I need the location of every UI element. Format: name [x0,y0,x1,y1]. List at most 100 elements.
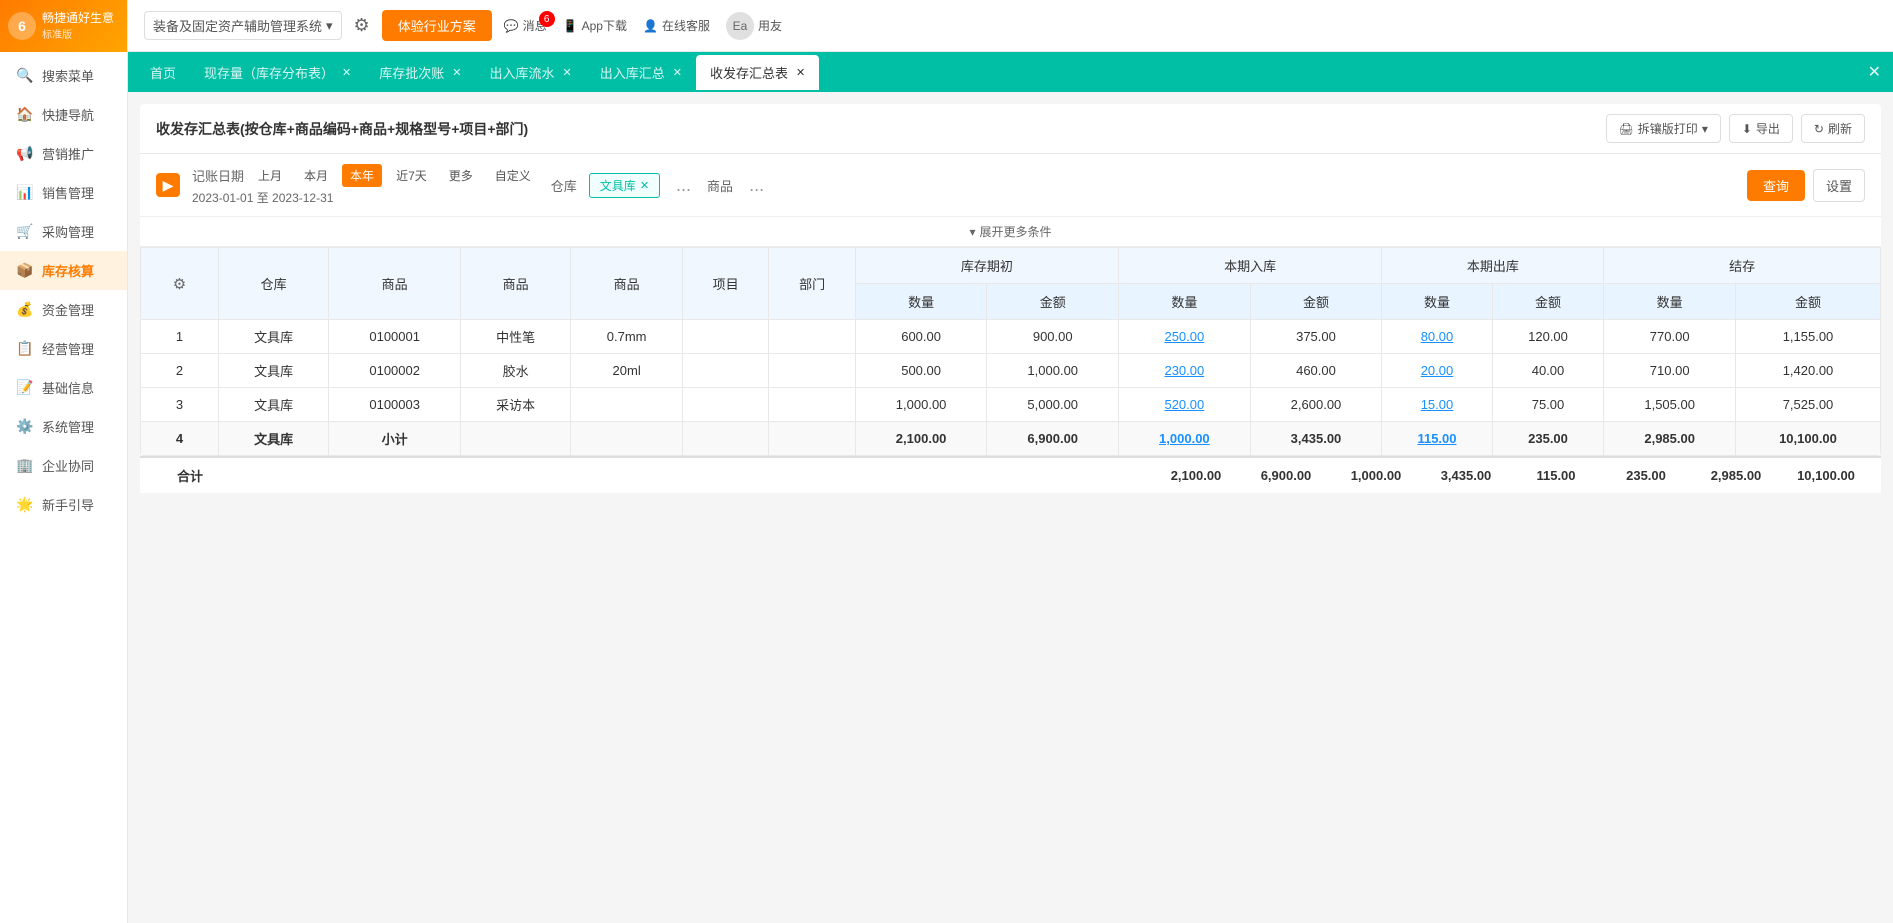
col-closing-header: 结存 [1604,248,1881,284]
sidebar-item-enterprise[interactable]: 🏢 企业协同 [0,446,127,485]
subtotal-in-qty-link[interactable]: 1,000.00 [1159,431,1210,446]
tab-home[interactable]: 首页 [136,55,190,90]
tab-label: 收发存汇总表 [710,63,788,82]
subtotal-out-qty[interactable]: 115.00 [1382,422,1492,456]
gear-icon[interactable]: ⚙ [169,272,190,297]
sidebar-item-sales[interactable]: 📊 销售管理 [0,173,127,212]
tab-summary[interactable]: 出入库汇总 ✕ [586,55,696,90]
date-this-year[interactable]: 本年 [342,164,382,187]
row-goods-name: 胶水 [461,354,571,388]
set-button[interactable]: 设置 [1813,169,1865,202]
settings-icon[interactable]: ⚙ [354,15,370,36]
tab-recv-send[interactable]: 收发存汇总表 ✕ [696,55,819,90]
sidebar-header: 6 畅捷通好生意 标准版 [0,0,127,52]
out-qty-link[interactable]: 15.00 [1421,397,1454,412]
date-7days[interactable]: 近7天 [388,164,435,187]
expand-bar: ▾ 展开更多条件 [140,217,1881,247]
row-out-qty[interactable]: 15.00 [1382,388,1492,422]
row-out-qty[interactable]: 80.00 [1382,320,1492,354]
sidebar-item-label: 资金管理 [42,300,94,319]
sidebar-item-system[interactable]: ⚙️ 系统管理 [0,407,127,446]
message-item[interactable]: 💬 消息 6 [504,17,547,34]
date-more[interactable]: 更多 [441,164,481,187]
sidebar-item-guide[interactable]: 🌟 新手引导 [0,485,127,524]
subtotal-in-qty[interactable]: 1,000.00 [1119,422,1251,456]
sidebar-item-inventory[interactable]: 📦 库存核算 [0,251,127,290]
close-all-tabs[interactable]: ✕ [1864,58,1885,86]
expand-label: 展开更多条件 [980,223,1052,240]
app-download-label: App下载 [582,17,627,34]
tab-flow[interactable]: 出入库流水 ✕ [475,55,585,90]
date-filter-section: 记账日期 上月 本月 本年 近7天 更多 自定义 2023-01-01 至 20… [192,164,539,206]
refresh-button[interactable]: ↻ 刷新 [1801,114,1865,143]
col-out-header: 本期出库 [1382,248,1604,284]
row-in-qty[interactable]: 250.00 [1119,320,1251,354]
tab-close-icon[interactable]: ✕ [342,66,351,79]
tab-close-icon[interactable]: ✕ [563,66,572,79]
row-in-qty[interactable]: 520.00 [1119,388,1251,422]
basic-icon: 📝 [16,379,34,396]
row-goods-code: 0100001 [329,320,461,354]
sidebar-item-quicknav[interactable]: 🏠 快捷导航 [0,95,127,134]
tab-close-icon[interactable]: ✕ [452,66,461,79]
row-goods-code: 0100003 [329,388,461,422]
warehouse-label: 仓库 [551,176,577,195]
finance-icon: 💰 [16,301,34,318]
date-this-month[interactable]: 本月 [296,164,336,187]
col-opening-header: 库存期初 [855,248,1118,284]
tab-batch[interactable]: 库存批次账 ✕ [365,55,475,90]
tab-close-icon[interactable]: ✕ [673,66,682,79]
print-icon: 🖨 [1619,122,1634,136]
app-name: 畅捷通好生意 [42,11,114,27]
sidebar-item-purchase[interactable]: 🛒 采购管理 [0,212,127,251]
out-qty-link[interactable]: 20.00 [1421,363,1454,378]
print-label: 拆镶版打印 [1638,120,1698,137]
col-in-qty-header: 数量 [1119,284,1251,320]
print-button[interactable]: 🖨 拆镶版打印 ▾ [1606,114,1721,143]
sidebar-item-marketing[interactable]: 📢 营销推广 [0,134,127,173]
filter-bar: ▶ 记账日期 上月 本月 本年 近7天 更多 自定义 2023-01-01 至 … [140,154,1881,217]
query-button[interactable]: 查询 [1747,170,1805,201]
in-qty-link[interactable]: 520.00 [1164,397,1204,412]
sidebar-item-operations[interactable]: 📋 经营管理 [0,329,127,368]
app-download-item[interactable]: 📱 App下载 [563,17,627,34]
sidebar-item-search[interactable]: 🔍 搜索菜单 [0,56,127,95]
filter-toggle-button[interactable]: ▶ [156,173,180,197]
col-in-header: 本期入库 [1119,248,1382,284]
user-item[interactable]: Ea 用友 [726,12,782,40]
row-no: 3 [141,388,219,422]
warehouse-tag-close[interactable]: ✕ [640,179,649,192]
export-button[interactable]: ⬇ 导出 [1729,114,1793,143]
col-warehouse-header: 仓库 [219,248,329,320]
online-service-item[interactable]: 👤 在线客服 [643,17,710,34]
sidebar-item-label: 新手引导 [42,495,94,514]
goods-more-dots[interactable]: ... [745,175,768,196]
footer-in-amt: 3,435.00 [1421,468,1511,483]
date-last-month[interactable]: 上月 [250,164,290,187]
footer-out-qty: 115.00 [1511,468,1601,483]
col-settings-header[interactable]: ⚙ [141,248,219,320]
footer-open-amt: 6,900.00 [1241,468,1331,483]
in-qty-link[interactable]: 250.00 [1164,329,1204,344]
date-custom[interactable]: 自定义 [487,164,539,187]
try-button[interactable]: 体验行业方案 [382,10,492,41]
marketing-icon: 📢 [16,145,34,162]
row-no: 2 [141,354,219,388]
expand-button[interactable]: ▾ 展开更多条件 [969,223,1051,240]
sidebar-item-basic[interactable]: 📝 基础信息 [0,368,127,407]
row-out-qty[interactable]: 20.00 [1382,354,1492,388]
system-select[interactable]: 装备及固定资产辅助管理系统 ▾ [144,11,342,40]
row-in-qty[interactable]: 230.00 [1119,354,1251,388]
warehouse-more-dots[interactable]: ... [672,175,695,196]
subtotal-out-qty-link[interactable]: 115.00 [1417,431,1456,446]
warehouse-tag[interactable]: 文具库 ✕ [589,173,660,198]
row-goods-name: 中性笔 [461,320,571,354]
export-icon: ⬇ [1742,122,1752,136]
refresh-icon: ↻ [1814,122,1824,136]
tab-stock-dist[interactable]: 现存量（库存分布表） ✕ [190,55,365,90]
row-warehouse: 文具库 [219,388,329,422]
in-qty-link[interactable]: 230.00 [1164,363,1204,378]
out-qty-link[interactable]: 80.00 [1421,329,1454,344]
tab-close-icon[interactable]: ✕ [796,66,805,79]
sidebar-item-finance[interactable]: 💰 资金管理 [0,290,127,329]
